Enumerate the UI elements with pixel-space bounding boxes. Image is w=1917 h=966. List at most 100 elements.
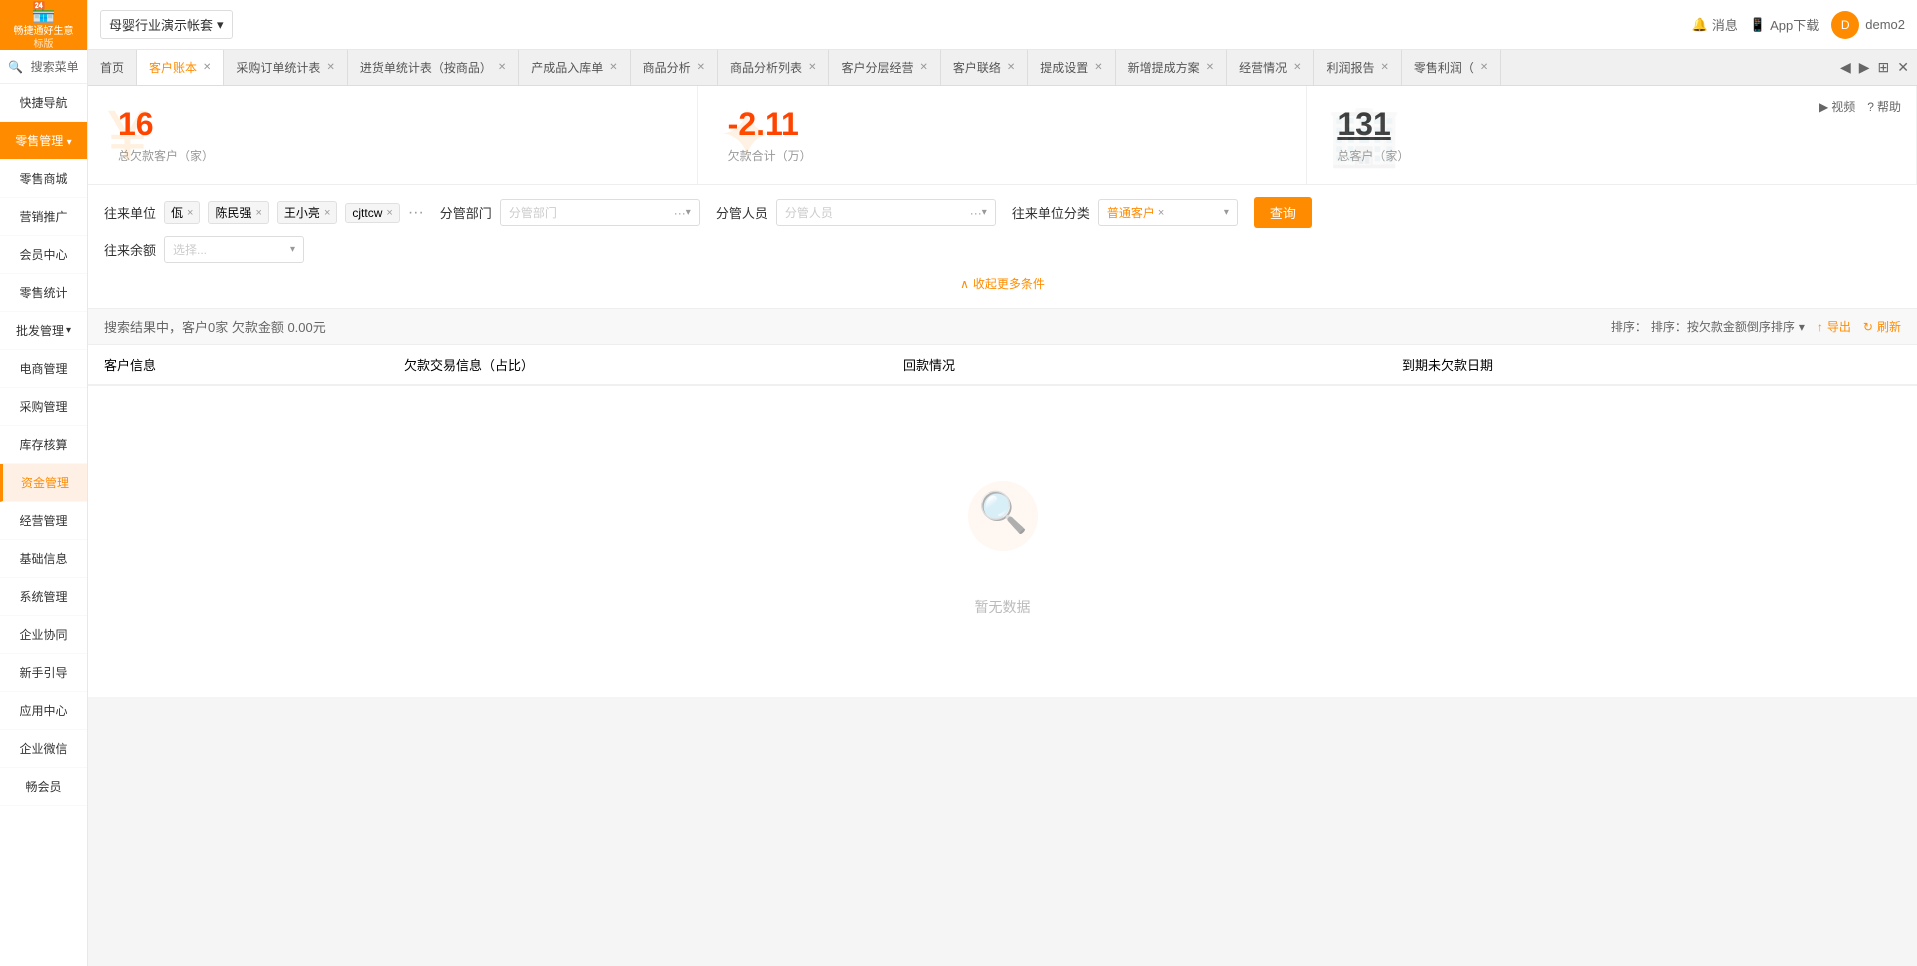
header: 母婴行业演示帐套 ▾ 🔔 消息 📱 App下载 D demo2 (88, 0, 1917, 50)
tab-close-profit-report[interactable]: ✕ (1381, 62, 1389, 73)
tab-close-accounts[interactable]: ✕ (203, 62, 211, 73)
chevron-up-icon: ∧ (960, 277, 969, 291)
stat-bg-icon-1: ¥ (108, 95, 147, 175)
filter-label-manager: 分管人员 (716, 203, 768, 222)
sidebar-item-retail-stats[interactable]: 零售统计 (0, 274, 87, 312)
tab-product-analysis[interactable]: 商品分析 ✕ (631, 50, 718, 86)
tab-home[interactable]: 首页 (88, 50, 137, 86)
search-summary: 搜索结果中，客户0家 欠款金额 0.00元 (104, 317, 326, 336)
sidebar-item-ecommerce[interactable]: 电商管理 (0, 350, 87, 388)
tab-operations-status[interactable]: 经营情况 ✕ (1227, 50, 1314, 86)
tab-retail-profit[interactable]: 零售利润（ ✕ (1402, 50, 1501, 86)
refresh-btn[interactable]: ↻ 刷新 (1863, 318, 1901, 335)
main-content: 母婴行业演示帐套 ▾ 🔔 消息 📱 App下载 D demo2 首页 客户账本 (88, 0, 1917, 966)
filter-more-tags[interactable]: ··· (408, 204, 424, 222)
chevron-down-icon: ▾ (1224, 207, 1229, 218)
sidebar: 🏪 畅捷通好生意 标版 🔍 搜索菜单 快捷导航 零售管理 ▾ 零售商城 营销推广… (0, 0, 88, 966)
export-btn[interactable]: ↑ 导出 (1817, 318, 1851, 335)
empty-text: 暂无数据 (975, 597, 1031, 617)
messages-btn[interactable]: 🔔 消息 (1692, 15, 1738, 34)
tab-profit-report[interactable]: 利润报告 ✕ (1314, 50, 1401, 86)
sidebar-item-wechat[interactable]: 企业微信 (0, 730, 87, 768)
video-btn[interactable]: ▶ 视频 (1819, 98, 1855, 115)
filter-tag-unit-3-remove[interactable]: × (324, 207, 330, 219)
sidebar-item-newbie[interactable]: 新手引导 (0, 654, 87, 692)
sidebar-item-retail-mgmt[interactable]: 零售管理 ▾ (0, 122, 87, 160)
tab-accounts[interactable]: 客户账本 ✕ (137, 50, 224, 86)
tab-product-analysis-list[interactable]: 商品分析列表 ✕ (718, 50, 829, 86)
tab-customer-segment[interactable]: 客户分层经营 ✕ (829, 50, 940, 86)
filter-balance-select[interactable]: 选择... ▾ (164, 236, 304, 263)
user-menu[interactable]: D demo2 (1831, 11, 1905, 39)
filter-tag-unit-1: 佤 × (164, 201, 200, 224)
filter-label-unit: 往来单位 (104, 203, 156, 222)
query-button[interactable]: 查询 (1254, 197, 1312, 228)
sidebar-item-vip[interactable]: 畅会员 (0, 768, 87, 806)
col-repayment: 回款情况 (903, 355, 1402, 374)
sidebar-item-member[interactable]: 会员中心 (0, 236, 87, 274)
help-btn[interactable]: ? 帮助 (1867, 98, 1901, 115)
chevron-down-icon: ▾ (217, 17, 224, 33)
stat-bg-icon-2: ✦ (718, 94, 777, 176)
tab-prev-btn[interactable]: ◀ (1838, 57, 1853, 78)
filter-tag-unit-1-remove[interactable]: × (187, 207, 193, 219)
sidebar-item-operations[interactable]: 经营管理 (0, 502, 87, 540)
tab-reminder-settings[interactable]: 提成设置 ✕ (1028, 50, 1115, 86)
tab-expand-btn[interactable]: ⊞ (1876, 57, 1892, 78)
stat-customers: ¥ 16 总欠款客户（家） (88, 86, 698, 184)
sidebar-item-retail-mall[interactable]: 零售商城 (0, 160, 87, 198)
sidebar-item-system[interactable]: 系统管理 (0, 578, 87, 616)
tab-customer-contact[interactable]: 客户联络 ✕ (941, 50, 1028, 86)
chevron-down-icon: ▾ (290, 244, 295, 255)
filter-label-unit-type: 往来单位分类 (1012, 203, 1090, 222)
filter-unit-type-select[interactable]: 普通客户 × ▾ (1098, 199, 1238, 226)
tab-close-product-analysis-list[interactable]: ✕ (808, 62, 816, 73)
tab-new-achievement[interactable]: 新增提成方案 ✕ (1116, 50, 1227, 86)
account-selector[interactable]: 母婴行业演示帐套 ▾ (100, 10, 233, 39)
sidebar-logo: 🏪 畅捷通好生意 标版 (0, 0, 87, 50)
bell-icon: 🔔 (1692, 17, 1708, 33)
stat-bg-icon-3: 🏢 (1327, 100, 1402, 171)
tab-close-customer-contact[interactable]: ✕ (1007, 62, 1015, 73)
filter-area: 往来单位 佤 × 陈民强 × 王小亮 × cjttcw (88, 185, 1917, 309)
filter-tag-unit-4-remove[interactable]: × (386, 207, 392, 219)
tab-close-product-analysis[interactable]: ✕ (697, 62, 705, 73)
tab-inventory-stats[interactable]: 进货单统计表（按商品） ✕ (348, 50, 519, 86)
filter-tag-unit-2-remove[interactable]: × (255, 207, 261, 219)
sidebar-item-inventory[interactable]: 库存核算 (0, 426, 87, 464)
export-icon: ↑ (1817, 320, 1823, 334)
tab-next-btn[interactable]: ▶ (1857, 57, 1872, 78)
empty-icon: 🔍 (953, 466, 1053, 585)
tab-close-all-btn[interactable]: ✕ (1895, 57, 1911, 78)
sidebar-item-basic[interactable]: 基础信息 (0, 540, 87, 578)
tab-close-purchase-order[interactable]: ✕ (326, 62, 334, 73)
tab-close-customer-segment[interactable]: ✕ (919, 62, 927, 73)
sort-select[interactable]: 排序： 排序：按欠款金额倒序排序 ▾ (1611, 318, 1805, 335)
sidebar-item-purchase[interactable]: 采购管理 (0, 388, 87, 426)
collapse-btn[interactable]: ∧ 收起更多条件 (960, 275, 1045, 292)
col-customer-info: 客户信息 (104, 355, 404, 374)
col-due-date: 到期未欠款日期 (1402, 355, 1901, 374)
sidebar-search[interactable]: 🔍 搜索菜单 (0, 50, 87, 84)
tab-close-cost-entry[interactable]: ✕ (609, 62, 617, 73)
sidebar-item-marketing[interactable]: 营销推广 (0, 198, 87, 236)
tab-close-reminder-settings[interactable]: ✕ (1094, 62, 1102, 73)
filter-row-1: 往来单位 佤 × 陈民强 × 王小亮 × cjttcw (104, 197, 1901, 228)
sidebar-item-quick-nav[interactable]: 快捷导航 (0, 84, 87, 122)
filter-tag-unit-type-remove[interactable]: × (1158, 207, 1164, 219)
tab-close-operations-status[interactable]: ✕ (1293, 62, 1301, 73)
filter-manager-select[interactable]: 分管人员 ··· ▾ (776, 199, 996, 226)
app-download-btn[interactable]: 📱 App下载 (1750, 15, 1819, 34)
sidebar-item-wholesale[interactable]: 批发管理 ▾ (0, 312, 87, 350)
tab-close-new-achievement[interactable]: ✕ (1206, 62, 1214, 73)
tab-purchase-order[interactable]: 采购订单统计表 ✕ (224, 50, 347, 86)
tab-close-inventory-stats[interactable]: ✕ (498, 62, 506, 73)
tab-cost-entry[interactable]: 产成品入库单 ✕ (519, 50, 630, 86)
sidebar-item-app-center[interactable]: 应用中心 (0, 692, 87, 730)
sidebar-item-finance[interactable]: 资金管理 (0, 464, 87, 502)
tab-bar: 首页 客户账本 ✕ 采购订单统计表 ✕ 进货单统计表（按商品） ✕ 产成品入库单… (88, 50, 1917, 86)
col-debt-info: 欠款交易信息（占比） (404, 355, 903, 374)
tab-close-retail-profit[interactable]: ✕ (1480, 62, 1488, 73)
filter-dept-select[interactable]: 分管部门 ··· ▾ (500, 199, 700, 226)
sidebar-item-enterprise[interactable]: 企业协同 (0, 616, 87, 654)
